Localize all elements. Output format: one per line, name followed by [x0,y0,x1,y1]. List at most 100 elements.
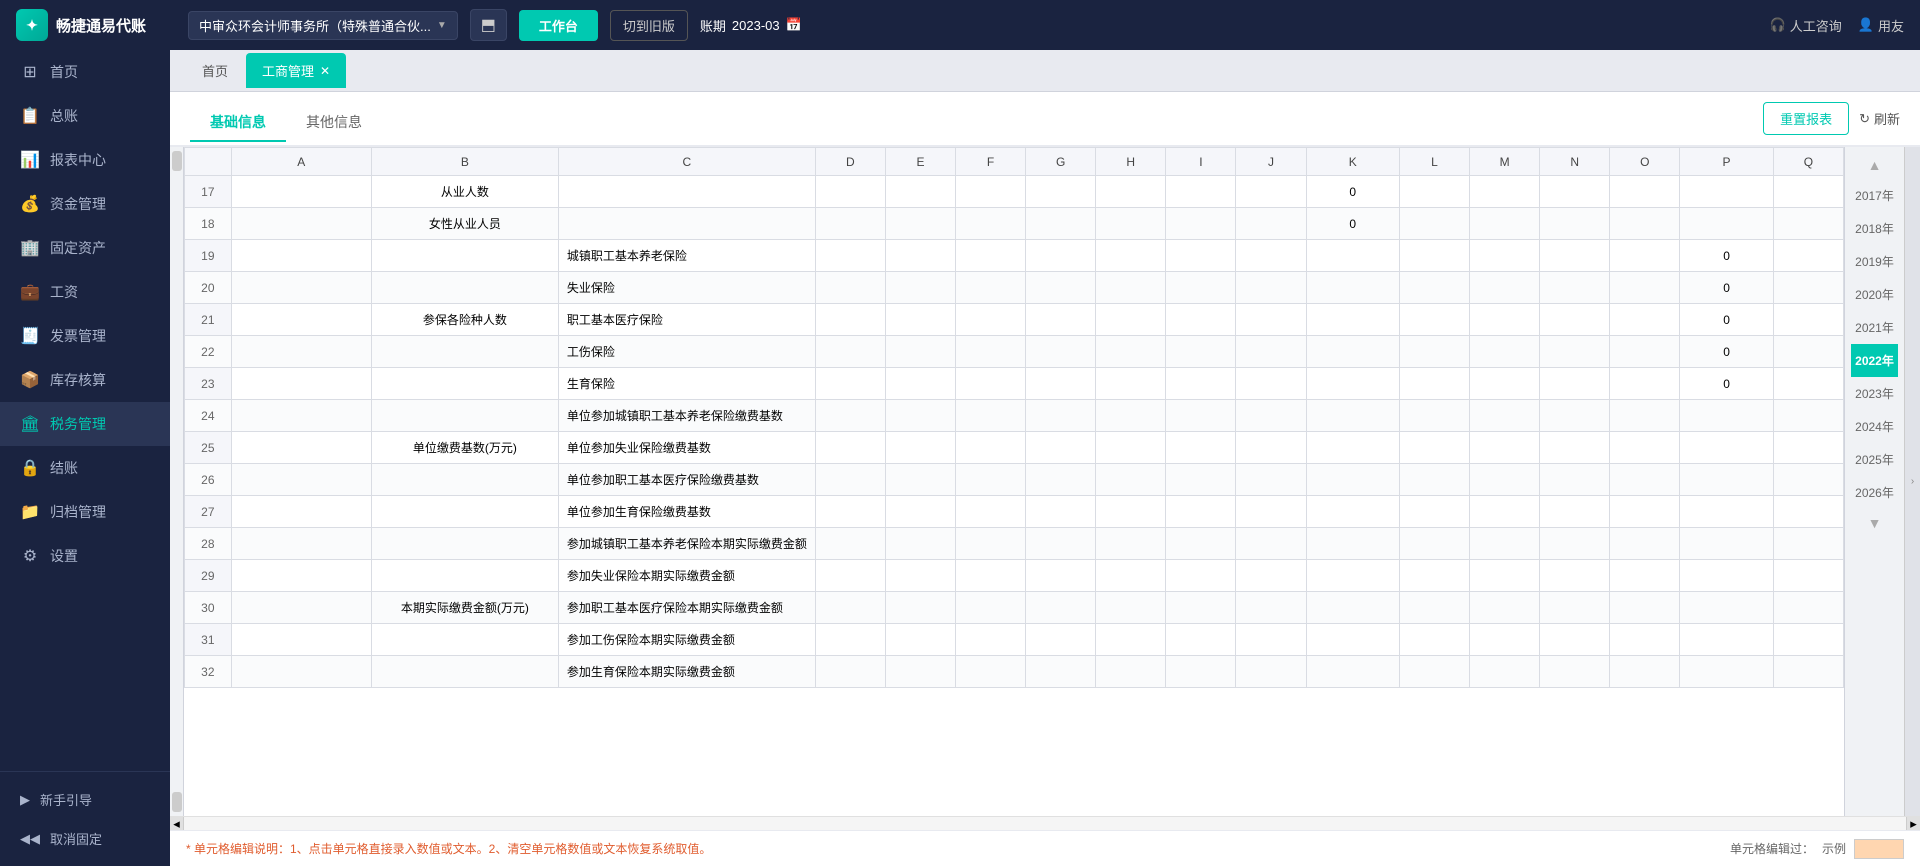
cell-c-20[interactable]: 失业保险 [558,272,815,304]
cell-q-29[interactable] [1773,560,1843,592]
cell-q-17[interactable] [1773,176,1843,208]
cell-p-26[interactable] [1680,464,1773,496]
sidebar-item-unpin[interactable]: ◀◀ 取消固定 [0,819,170,858]
cell-c-23[interactable]: 生育保险 [558,368,815,400]
cell-j-29[interactable] [1236,560,1306,592]
cell-e-18[interactable] [885,208,955,240]
cell-p-20[interactable]: 0 [1680,272,1773,304]
cell-b-22[interactable] [371,336,558,368]
cell-b-24[interactable] [371,400,558,432]
cell-e-21[interactable] [885,304,955,336]
cell-a-17[interactable] [231,176,371,208]
cell-e-31[interactable] [885,624,955,656]
cell-o-19[interactable] [1610,240,1680,272]
cell-c-22[interactable]: 工伤保险 [558,336,815,368]
cell-j-32[interactable] [1236,656,1306,688]
cell-q-22[interactable] [1773,336,1843,368]
cell-b-20[interactable] [371,272,558,304]
cell-b-32[interactable] [371,656,558,688]
workbench-button[interactable]: 工作台 [519,10,598,41]
cell-p-22[interactable]: 0 [1680,336,1773,368]
cell-j-28[interactable] [1236,528,1306,560]
cell-n-19[interactable] [1540,240,1610,272]
cell-c-26[interactable]: 单位参加职工基本医疗保险缴费基数 [558,464,815,496]
cell-a-20[interactable] [231,272,371,304]
year-item[interactable]: 2021年 [1851,311,1898,344]
cell-l-25[interactable] [1399,432,1469,464]
calendar-icon[interactable]: 📅 [786,17,802,33]
h-scroll-track[interactable] [184,817,1906,830]
cell-n-31[interactable] [1540,624,1610,656]
cell-d-22[interactable] [815,336,885,368]
cell-p-28[interactable] [1680,528,1773,560]
cell-n-28[interactable] [1540,528,1610,560]
cell-d-17[interactable] [815,176,885,208]
cell-d-28[interactable] [815,528,885,560]
cell-f-30[interactable] [956,592,1026,624]
cell-q-31[interactable] [1773,624,1843,656]
cell-e-23[interactable] [885,368,955,400]
cell-b-26[interactable] [371,464,558,496]
sidebar-item-inventory[interactable]: 📦 库存核算 [0,358,170,402]
cell-p-17[interactable] [1680,176,1773,208]
cell-c-32[interactable]: 参加生育保险本期实际缴费金额 [558,656,815,688]
cell-n-22[interactable] [1540,336,1610,368]
cell-a-22[interactable] [231,336,371,368]
cell-h-24[interactable] [1096,400,1166,432]
cell-d-21[interactable] [815,304,885,336]
cell-q-20[interactable] [1773,272,1843,304]
cell-d-26[interactable] [815,464,885,496]
cell-i-21[interactable] [1166,304,1236,336]
cell-f-31[interactable] [956,624,1026,656]
sidebar-item-settings[interactable]: ⚙ 设置 [0,534,170,578]
cell-p-18[interactable] [1680,208,1773,240]
cell-j-22[interactable] [1236,336,1306,368]
cell-d-32[interactable] [815,656,885,688]
cell-c-18[interactable] [558,208,815,240]
cell-h-25[interactable] [1096,432,1166,464]
cell-f-32[interactable] [956,656,1026,688]
cell-o-29[interactable] [1610,560,1680,592]
cell-c-21[interactable]: 职工基本医疗保险 [558,304,815,336]
cell-g-30[interactable] [1026,592,1096,624]
cell-j-26[interactable] [1236,464,1306,496]
cell-e-30[interactable] [885,592,955,624]
cell-m-22[interactable] [1470,336,1540,368]
cell-g-31[interactable] [1026,624,1096,656]
cell-e-32[interactable] [885,656,955,688]
cell-k-26[interactable] [1306,464,1399,496]
cell-o-20[interactable] [1610,272,1680,304]
cell-c-25[interactable]: 单位参加失业保险缴费基数 [558,432,815,464]
cell-j-20[interactable] [1236,272,1306,304]
cell-l-32[interactable] [1399,656,1469,688]
cell-p-24[interactable] [1680,400,1773,432]
cell-d-29[interactable] [815,560,885,592]
cell-o-28[interactable] [1610,528,1680,560]
cell-g-28[interactable] [1026,528,1096,560]
cell-l-29[interactable] [1399,560,1469,592]
cell-q-23[interactable] [1773,368,1843,400]
cell-c-31[interactable]: 参加工伤保险本期实际缴费金额 [558,624,815,656]
cell-g-32[interactable] [1026,656,1096,688]
cell-d-18[interactable] [815,208,885,240]
cell-i-28[interactable] [1166,528,1236,560]
cell-n-25[interactable] [1540,432,1610,464]
cell-l-21[interactable] [1399,304,1469,336]
cell-d-30[interactable] [815,592,885,624]
horizontal-scroll-bar[interactable]: ◂ ▸ [170,816,1920,830]
cell-k-24[interactable] [1306,400,1399,432]
cell-b-19[interactable] [371,240,558,272]
cell-c-17[interactable] [558,176,815,208]
cell-b-23[interactable] [371,368,558,400]
cell-n-27[interactable] [1540,496,1610,528]
cell-o-31[interactable] [1610,624,1680,656]
cell-c-27[interactable]: 单位参加生育保险缴费基数 [558,496,815,528]
spreadsheet-wrapper[interactable]: A B C D E F G H I J K L M [184,147,1844,816]
cell-i-31[interactable] [1166,624,1236,656]
cell-q-28[interactable] [1773,528,1843,560]
cell-g-18[interactable] [1026,208,1096,240]
cell-g-23[interactable] [1026,368,1096,400]
cell-m-26[interactable] [1470,464,1540,496]
cell-m-19[interactable] [1470,240,1540,272]
cell-o-23[interactable] [1610,368,1680,400]
